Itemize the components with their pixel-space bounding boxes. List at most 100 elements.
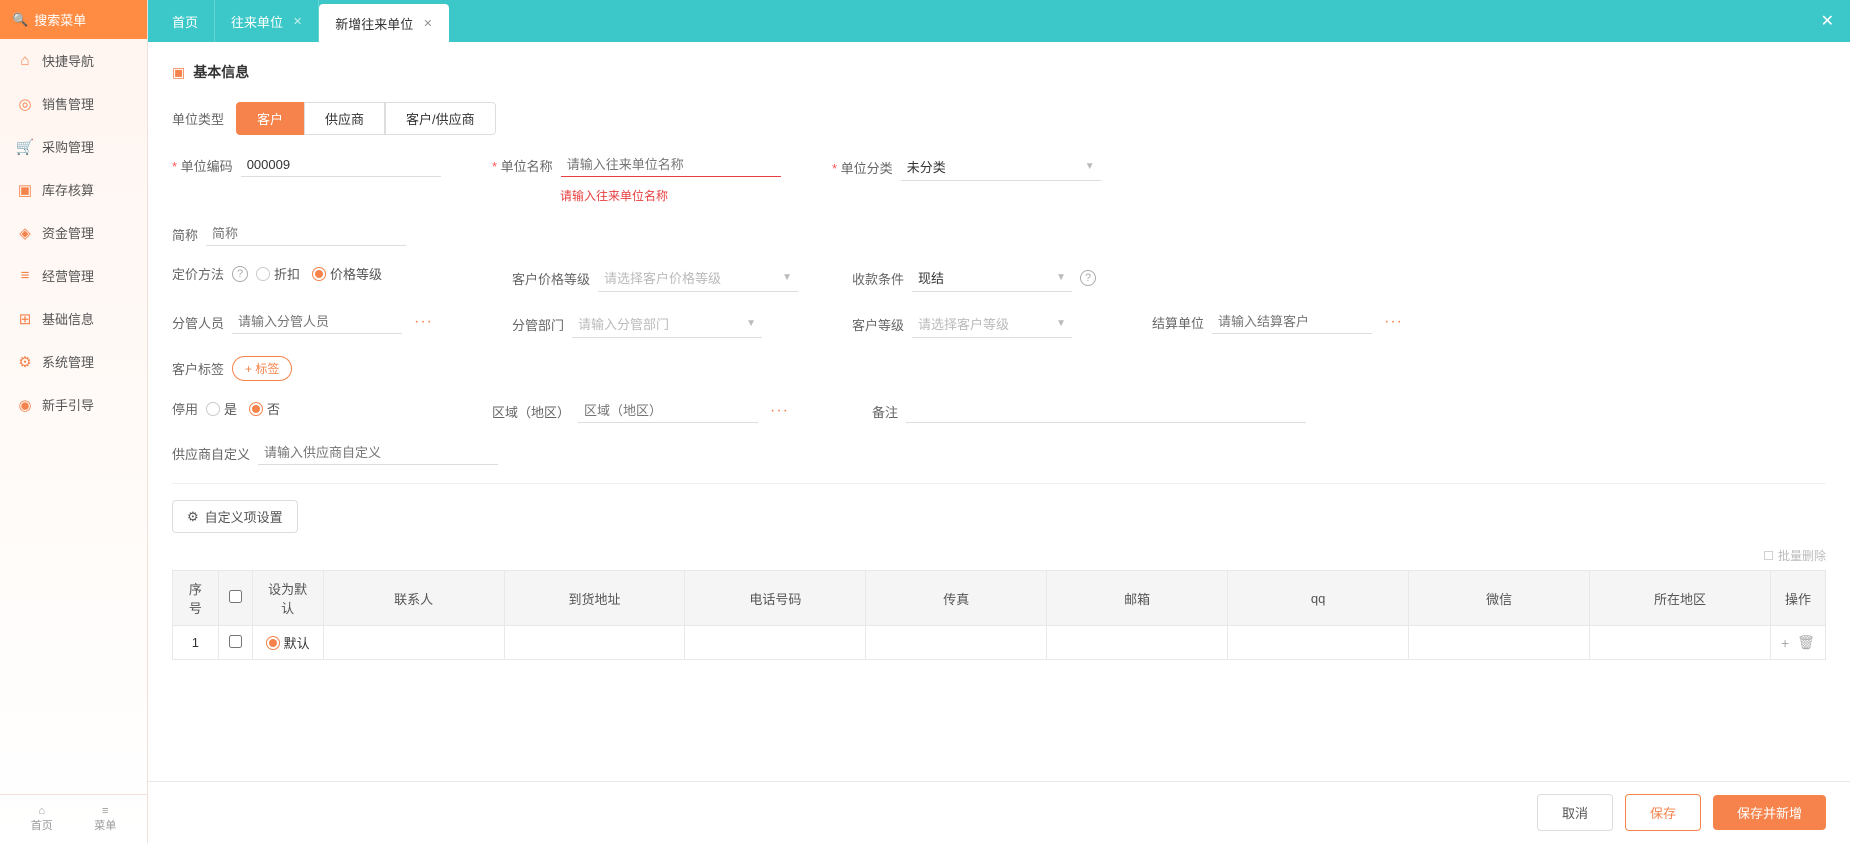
row-checkbox-0[interactable] [218, 626, 252, 660]
settlement-more-btn[interactable]: ··· [1380, 313, 1407, 331]
sidebar-item-finance[interactable]: ◈资金管理 [0, 211, 147, 254]
pricing-help-icon[interactable]: ? [232, 266, 248, 282]
unit-type-btn-2[interactable]: 客户/供应商 [385, 102, 496, 135]
pricing-label: 定价方法 [172, 264, 224, 283]
row-default-0[interactable]: 默认 [252, 626, 323, 660]
pricing-radio-discount[interactable]: 折扣 [256, 264, 300, 283]
sidebar-label-inventory: 库存核算 [42, 180, 94, 199]
sidebar-item-quick-nav[interactable]: ⌂快捷导航 [0, 39, 147, 82]
manager-input[interactable] [232, 310, 402, 334]
sidebar-item-sales[interactable]: ◎销售管理 [0, 82, 147, 125]
unit-name-input[interactable] [561, 153, 781, 177]
tab-close-2[interactable]: ✕ [423, 17, 432, 30]
region-input[interactable] [578, 399, 758, 423]
settlement-input[interactable] [1212, 310, 1372, 334]
supplier-custom-input[interactable] [258, 441, 498, 465]
disable-radio-yes[interactable]: 是 [206, 399, 237, 418]
row-qq-0[interactable] [1228, 626, 1409, 660]
row-region-0[interactable] [1590, 626, 1771, 660]
table-col-0: 序号 [173, 571, 219, 626]
unit-type-row: 单位类型 客户供应商客户/供应商 [172, 102, 1826, 135]
contacts-table: 序号设为默认联系人到货地址电话号码传真邮箱qq微信所在地区操作 1默认+🗑 [172, 570, 1826, 660]
cancel-button[interactable]: 取消 [1537, 794, 1613, 831]
search-menu[interactable]: 🔍 搜索菜单 [0, 0, 147, 39]
input-phone-0[interactable] [695, 635, 855, 650]
table-col-3: 联系人 [323, 571, 504, 626]
unit-type-btn-0[interactable]: 客户 [236, 102, 304, 135]
table-col-4: 到货地址 [504, 571, 685, 626]
sidebar-item-system[interactable]: ⚙系统管理 [0, 340, 147, 383]
payment-label: 收款条件 [852, 269, 904, 288]
add-tag-button[interactable]: + 标签 [232, 356, 292, 381]
supplier-custom-label: 供应商自定义 [172, 444, 250, 463]
unit-category-label: 单位分类 [832, 158, 893, 177]
disable-radio-no[interactable]: 否 [249, 399, 280, 418]
input-fax-0[interactable] [876, 635, 1036, 650]
remark-input[interactable] [906, 399, 1306, 423]
unit-code-label: 单位编码 [172, 156, 233, 175]
manager-more-btn[interactable]: ··· [410, 313, 437, 331]
search-menu-label: 搜索菜单 [34, 10, 86, 29]
tab-2[interactable]: 新增往来单位✕ [319, 4, 449, 42]
tab-0[interactable]: 首页 [156, 0, 215, 42]
section-title: 基本信息 [193, 62, 249, 82]
add-row-btn[interactable]: + [1781, 635, 1789, 651]
row-contact-0[interactable] [323, 626, 504, 660]
customer-level-select[interactable]: 请选择客户等级 ▼ [912, 310, 1072, 338]
sidebar-item-inventory[interactable]: ▣库存核算 [0, 168, 147, 211]
unit-type-buttons: 客户供应商客户/供应商 [236, 102, 496, 135]
delete-row-btn[interactable]: 🗑 [1797, 634, 1815, 651]
sidebar-item-guide[interactable]: ◉新手引导 [0, 383, 147, 426]
row-fax-0[interactable] [866, 626, 1047, 660]
payment-help-icon[interactable]: ? [1080, 270, 1096, 286]
select-all-checkbox[interactable] [229, 590, 242, 603]
sidebar: 🔍 搜索菜单 ⌂快捷导航◎销售管理🛒采购管理▣库存核算◈资金管理≡经营管理⊞基础… [0, 0, 148, 843]
input-region-0[interactable] [1600, 635, 1760, 650]
sidebar-bottom-menu[interactable]: ≡菜单 [94, 805, 116, 833]
batch-delete-label[interactable]: 批量删除 [1778, 547, 1826, 564]
tabbar-close-btn[interactable]: ✕ [1813, 11, 1842, 31]
tab-1[interactable]: 往来单位 ✕ [215, 0, 319, 42]
unit-type-btn-1[interactable]: 供应商 [304, 102, 385, 135]
row-wechat-0[interactable] [1409, 626, 1590, 660]
row-address-0[interactable] [504, 626, 685, 660]
sidebar-item-purchase[interactable]: 🛒采购管理 [0, 125, 147, 168]
input-email-0[interactable] [1057, 635, 1217, 650]
table-col-9: 微信 [1409, 571, 1590, 626]
sidebar-item-operations[interactable]: ≡经营管理 [0, 254, 147, 297]
discount-radio-circle [256, 267, 270, 281]
sidebar-bottom-home[interactable]: ⌂首页 [31, 805, 53, 833]
tab-close-1[interactable]: ✕ [293, 15, 302, 28]
customer-price-select[interactable]: 请选择客户价格等级 ▼ [598, 264, 798, 292]
input-address-0[interactable] [515, 635, 675, 650]
disable-no-circle [249, 402, 263, 416]
chevron-down-icon-3: ▼ [1056, 272, 1066, 283]
chevron-down-icon-5: ▼ [1056, 318, 1066, 329]
unit-code-input[interactable] [241, 153, 441, 177]
row-phone-0[interactable] [685, 626, 866, 660]
batch-delete-icon: ☐ [1763, 549, 1774, 563]
dept-select[interactable]: 请输入分管部门 ▼ [572, 310, 762, 338]
default-label: 默认 [284, 633, 310, 652]
tab-label-1: 往来单位 [231, 12, 283, 31]
form-row-tag: 客户标签 + 标签 [172, 356, 1826, 381]
form-row-manager: 分管人员 ··· 分管部门 请输入分管部门 ▼ 客户等级 请选择客户等级 ▼ 结… [172, 310, 1826, 338]
input-contact-0[interactable] [334, 635, 494, 650]
sidebar-label-finance: 资金管理 [42, 223, 94, 242]
section-header: ▣ 基本信息 [172, 62, 1826, 82]
sidebar-item-basic[interactable]: ⊞基础信息 [0, 297, 147, 340]
region-more-btn[interactable]: ··· [766, 402, 793, 420]
remark-group: 备注 [872, 399, 1826, 423]
save-button[interactable]: 保存 [1625, 794, 1701, 831]
pricing-radio-level[interactable]: 价格等级 [312, 264, 382, 283]
table-col-1 [218, 571, 252, 626]
row-email-0[interactable] [1047, 626, 1228, 660]
payment-select[interactable]: 现结 ▼ [912, 264, 1072, 292]
short-name-input[interactable] [206, 222, 406, 246]
save-new-button[interactable]: 保存并新增 [1713, 795, 1826, 830]
unit-category-select[interactable]: 未分类 ▼ [901, 153, 1101, 181]
input-qq-0[interactable] [1238, 635, 1398, 650]
input-wechat-0[interactable] [1419, 635, 1579, 650]
row-check-0[interactable] [229, 635, 242, 648]
custom-settings-button[interactable]: ⚙ 自定义项设置 [172, 500, 298, 533]
